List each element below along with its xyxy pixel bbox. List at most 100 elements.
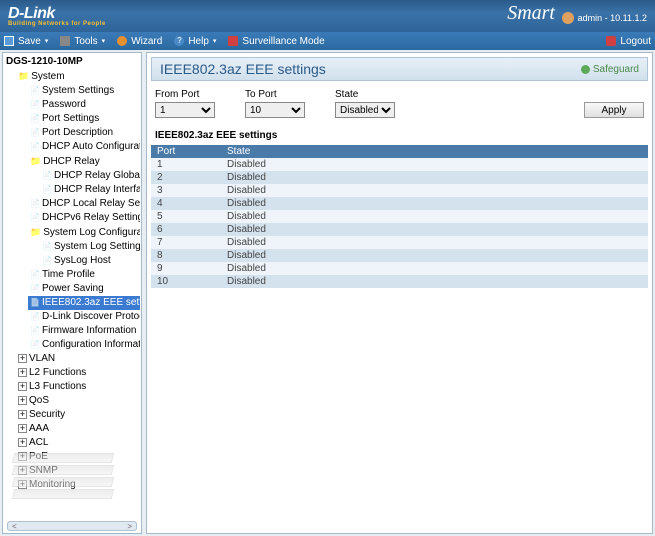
cell-state: Disabled	[221, 236, 648, 249]
safeguard-icon	[581, 65, 590, 74]
cell-port: 10	[151, 275, 221, 288]
toolbar: Save▾ Tools▾ Wizard ? Help▾ Surveillance…	[0, 32, 655, 50]
table-row: 4Disabled	[151, 197, 648, 210]
cell-port: 1	[151, 158, 221, 171]
tree-power-saving[interactable]: Power Saving	[28, 282, 140, 296]
state-select[interactable]: Disabled	[335, 102, 395, 118]
tree-system[interactable]: System	[16, 69, 140, 84]
surveillance-icon	[228, 36, 238, 46]
wizard-icon	[117, 36, 127, 46]
logo: D-Link Building Networks for People	[8, 5, 106, 27]
to-port-select[interactable]: 10	[245, 102, 305, 118]
cell-state: Disabled	[221, 249, 648, 262]
tree-dhcp-local[interactable]: DHCP Local Relay Settings	[28, 197, 140, 211]
header: D-Link Building Networks for People Smar…	[0, 0, 655, 32]
cell-port: 4	[151, 197, 221, 210]
cell-state: Disabled	[221, 184, 648, 197]
tree-time-profile[interactable]: Time Profile	[28, 268, 140, 282]
chevron-down-icon: ▾	[45, 37, 49, 45]
table-row: 8Disabled	[151, 249, 648, 262]
tree-dhcp-global[interactable]: DHCP Relay Global Setting	[40, 169, 140, 183]
state-label: State	[335, 89, 395, 100]
table-row: 3Disabled	[151, 184, 648, 197]
tree-syslog-settings[interactable]: System Log Settings	[40, 240, 140, 254]
apply-button[interactable]: Apply	[584, 102, 644, 118]
tree-acl[interactable]: ACL	[16, 436, 140, 450]
page-title-bar: IEEE802.3az EEE settings Safeguard	[151, 57, 648, 81]
section-title: IEEE802.3az EEE settings	[151, 126, 648, 145]
tree-dhcp-relay[interactable]: DHCP Relay	[28, 154, 140, 169]
cell-port: 9	[151, 262, 221, 275]
tree-l3[interactable]: L3 Functions	[16, 380, 140, 394]
cell-state: Disabled	[221, 197, 648, 210]
table-row: 2Disabled	[151, 171, 648, 184]
cell-state: Disabled	[221, 275, 648, 288]
cell-port: 8	[151, 249, 221, 262]
brand-label: Smart	[507, 2, 555, 25]
th-state: State	[221, 145, 648, 158]
logout-button[interactable]: Logout	[606, 36, 651, 47]
surveillance-button[interactable]: Surveillance Mode	[228, 36, 324, 47]
device-illustration	[13, 453, 113, 508]
tree-dhcpv6[interactable]: DHCPv6 Relay Settings	[28, 211, 140, 225]
tree-root[interactable]: DGS-1210-10MP	[4, 54, 140, 69]
cell-state: Disabled	[221, 158, 648, 171]
sidebar-scroller[interactable]: < >	[7, 521, 137, 531]
avatar-icon	[562, 12, 574, 24]
chevron-right-icon: >	[127, 522, 132, 531]
tree-qos[interactable]: QoS	[16, 394, 140, 408]
tree-syslog-host[interactable]: SysLog Host	[40, 254, 140, 268]
cell-port: 3	[151, 184, 221, 197]
cell-state: Disabled	[221, 171, 648, 184]
table-row: 6Disabled	[151, 223, 648, 236]
table-row: 10Disabled	[151, 275, 648, 288]
admin-info: admin - 10.11.1.2	[562, 12, 647, 24]
tree-port-description[interactable]: Port Description	[28, 126, 140, 140]
tree-config-info[interactable]: Configuration Information	[28, 338, 140, 352]
table-row: 1Disabled	[151, 158, 648, 171]
tree-dhcp-auto[interactable]: DHCP Auto Configuration	[28, 140, 140, 154]
content: IEEE802.3az EEE settings Safeguard From …	[146, 52, 653, 534]
help-menu[interactable]: ? Help▾	[174, 36, 216, 47]
tools-menu[interactable]: Tools▾	[60, 36, 105, 47]
settings-row: From Port 1 To Port 10 State Disabled Ap…	[151, 81, 648, 126]
wizard-button[interactable]: Wizard	[117, 36, 162, 47]
safeguard-indicator: Safeguard	[581, 64, 639, 75]
tree-port-settings[interactable]: Port Settings	[28, 112, 140, 126]
chevron-left-icon: <	[12, 522, 17, 531]
tree-ieee-eee[interactable]: IEEE802.3az EEE settings	[28, 296, 140, 310]
table-row: 7Disabled	[151, 236, 648, 249]
cell-state: Disabled	[221, 223, 648, 236]
cell-port: 5	[151, 210, 221, 223]
table-row: 5Disabled	[151, 210, 648, 223]
chevron-down-icon: ▾	[213, 37, 217, 45]
cell-port: 7	[151, 236, 221, 249]
tree-security[interactable]: Security	[16, 408, 140, 422]
help-icon: ?	[174, 36, 184, 46]
sidebar: DGS-1210-10MP System System Settings Pas…	[2, 52, 142, 534]
tools-icon	[60, 36, 70, 46]
tree-password[interactable]: Password	[28, 98, 140, 112]
save-menu[interactable]: Save▾	[4, 36, 48, 47]
cell-state: Disabled	[221, 262, 648, 275]
save-icon	[4, 36, 14, 46]
tree-dlink-discover[interactable]: D-Link Discover Protocol	[28, 310, 140, 324]
logout-icon	[606, 36, 616, 46]
tree-firmware[interactable]: Firmware Information	[28, 324, 140, 338]
tree-system-settings[interactable]: System Settings	[28, 84, 140, 98]
from-port-select[interactable]: 1	[155, 102, 215, 118]
table-row: 9Disabled	[151, 262, 648, 275]
page-title: IEEE802.3az EEE settings	[160, 61, 326, 77]
tree-l2[interactable]: L2 Functions	[16, 366, 140, 380]
chevron-down-icon: ▾	[102, 37, 106, 45]
tree-aaa[interactable]: AAA	[16, 422, 140, 436]
cell-state: Disabled	[221, 210, 648, 223]
cell-port: 2	[151, 171, 221, 184]
from-port-label: From Port	[155, 89, 215, 100]
tree-dhcp-if[interactable]: DHCP Relay Interface Setti	[40, 183, 140, 197]
to-port-label: To Port	[245, 89, 305, 100]
th-port: Port	[151, 145, 221, 158]
tree-vlan[interactable]: VLAN	[16, 352, 140, 366]
cell-port: 6	[151, 223, 221, 236]
tree-syslog-conf[interactable]: System Log Configuration	[28, 225, 140, 240]
